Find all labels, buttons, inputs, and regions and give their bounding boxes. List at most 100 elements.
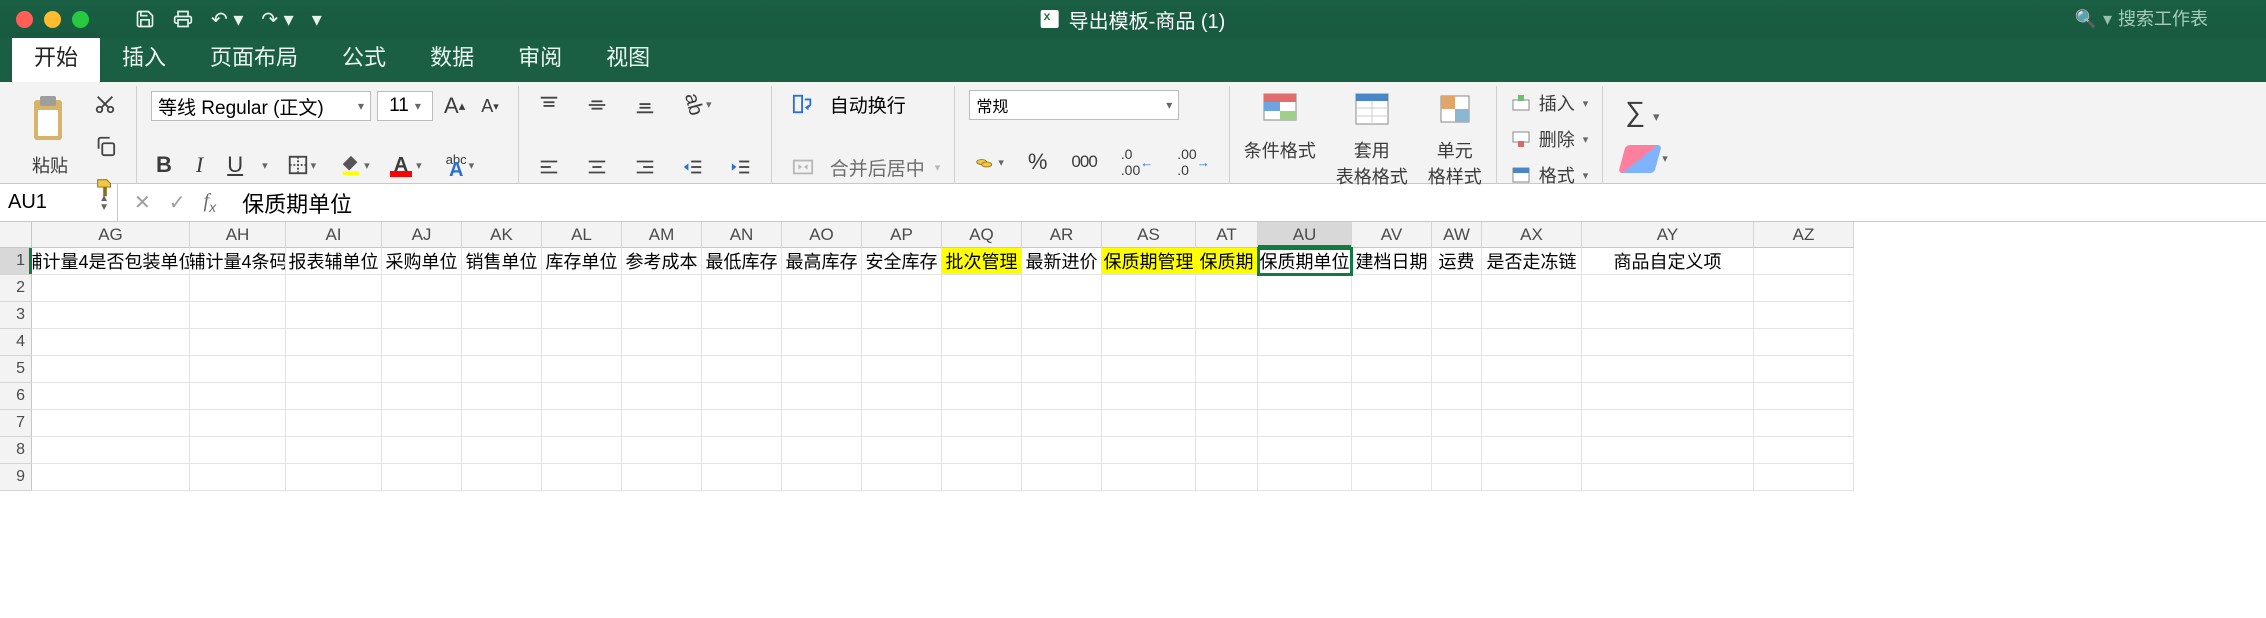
cell-AR4[interactable] xyxy=(1022,329,1102,356)
cell-AV4[interactable] xyxy=(1352,329,1432,356)
tab-审阅[interactable]: 审阅 xyxy=(496,32,584,82)
cell-AG7[interactable] xyxy=(32,410,190,437)
cell-AR6[interactable] xyxy=(1022,383,1102,410)
cell-AZ2[interactable] xyxy=(1754,275,1854,302)
cell-AR1[interactable]: 最新进价 xyxy=(1022,248,1102,275)
column-header-AO[interactable]: AO xyxy=(782,222,862,248)
cell-AQ7[interactable] xyxy=(942,410,1022,437)
cell-AT4[interactable] xyxy=(1196,329,1258,356)
cell-AP9[interactable] xyxy=(862,464,942,491)
tab-数据[interactable]: 数据 xyxy=(408,32,496,82)
cell-AM6[interactable] xyxy=(622,383,702,410)
cell-AZ5[interactable] xyxy=(1754,356,1854,383)
cell-AU2[interactable] xyxy=(1258,275,1352,302)
cell-AT3[interactable] xyxy=(1196,302,1258,329)
cell-AZ3[interactable] xyxy=(1754,302,1854,329)
tab-视图[interactable]: 视图 xyxy=(584,32,672,82)
cell-AT6[interactable] xyxy=(1196,383,1258,410)
cell-AG8[interactable] xyxy=(32,437,190,464)
formula-input[interactable] xyxy=(232,190,2266,216)
close-window-button[interactable] xyxy=(16,11,33,28)
italic-button[interactable]: I xyxy=(191,149,208,181)
search-input[interactable] xyxy=(2118,9,2258,30)
cell-AO1[interactable]: 最高库存 xyxy=(782,248,862,275)
cell-AO2[interactable] xyxy=(782,275,862,302)
cell-AT2[interactable] xyxy=(1196,275,1258,302)
cell-AH3[interactable] xyxy=(190,302,286,329)
cell-AK5[interactable] xyxy=(462,356,542,383)
column-header-AY[interactable]: AY xyxy=(1582,222,1754,248)
number-format-dropdown[interactable]: 常规▾ xyxy=(969,90,1179,120)
cell-AX8[interactable] xyxy=(1482,437,1582,464)
borders-button[interactable]: ▾ xyxy=(282,151,322,179)
cell-AM4[interactable] xyxy=(622,329,702,356)
cell-AW4[interactable] xyxy=(1432,329,1482,356)
cell-AY3[interactable] xyxy=(1582,302,1754,329)
cell-AM7[interactable] xyxy=(622,410,702,437)
redo-icon[interactable]: ↷ ▾ xyxy=(261,7,293,32)
cell-AN7[interactable] xyxy=(702,410,782,437)
cell-AK9[interactable] xyxy=(462,464,542,491)
cell-AX1[interactable]: 是否走冻链 xyxy=(1482,248,1582,275)
cell-AP7[interactable] xyxy=(862,410,942,437)
cell-AO8[interactable] xyxy=(782,437,862,464)
tab-开始[interactable]: 开始 xyxy=(12,32,100,82)
cell-AI8[interactable] xyxy=(286,437,382,464)
cell-AZ9[interactable] xyxy=(1754,464,1854,491)
zoom-window-button[interactable] xyxy=(72,11,89,28)
cell-AJ3[interactable] xyxy=(382,302,462,329)
cut-button[interactable] xyxy=(88,90,122,118)
clear-button[interactable]: ▾ xyxy=(1617,142,1673,176)
cell-AS7[interactable] xyxy=(1102,410,1196,437)
cell-AK4[interactable] xyxy=(462,329,542,356)
cell-AL4[interactable] xyxy=(542,329,622,356)
column-header-AP[interactable]: AP xyxy=(862,222,942,248)
align-left-button[interactable] xyxy=(533,153,565,181)
cell-AS2[interactable] xyxy=(1102,275,1196,302)
column-header-AS[interactable]: AS xyxy=(1102,222,1196,248)
cell-AX9[interactable] xyxy=(1482,464,1582,491)
cell-AO4[interactable] xyxy=(782,329,862,356)
cell-AM2[interactable] xyxy=(622,275,702,302)
align-bottom-button[interactable] xyxy=(629,91,661,119)
cell-AK6[interactable] xyxy=(462,383,542,410)
cell-AK8[interactable] xyxy=(462,437,542,464)
row-header-4[interactable]: 4 xyxy=(0,329,32,356)
cell-AH8[interactable] xyxy=(190,437,286,464)
cell-AL1[interactable]: 库存单位 xyxy=(542,248,622,275)
row-header-9[interactable]: 9 xyxy=(0,464,32,491)
fx-icon[interactable]: fx xyxy=(204,190,217,215)
cell-AY4[interactable] xyxy=(1582,329,1754,356)
insert-cells-button[interactable]: 插入▾ xyxy=(1511,90,1589,116)
cell-AM1[interactable]: 参考成本 xyxy=(622,248,702,275)
cell-AV5[interactable] xyxy=(1352,356,1432,383)
cell-AJ5[interactable] xyxy=(382,356,462,383)
cell-AN9[interactable] xyxy=(702,464,782,491)
currency-button[interactable]: ▾ xyxy=(969,149,1009,175)
cell-AX3[interactable] xyxy=(1482,302,1582,329)
align-center-button[interactable] xyxy=(581,153,613,181)
cell-AS4[interactable] xyxy=(1102,329,1196,356)
decrease-font-button[interactable]: A▾ xyxy=(476,93,504,120)
row-header-5[interactable]: 5 xyxy=(0,356,32,383)
row-header-8[interactable]: 8 xyxy=(0,437,32,464)
cell-AI6[interactable] xyxy=(286,383,382,410)
save-icon[interactable] xyxy=(135,9,155,29)
column-header-AJ[interactable]: AJ xyxy=(382,222,462,248)
autosum-button[interactable]: ∑ ▾ xyxy=(1617,96,1673,128)
cell-AZ4[interactable] xyxy=(1754,329,1854,356)
cell-AZ1[interactable] xyxy=(1754,248,1854,275)
cell-AJ8[interactable] xyxy=(382,437,462,464)
cell-AL3[interactable] xyxy=(542,302,622,329)
name-box-stepper[interactable]: ▲▼ xyxy=(99,194,109,212)
name-box[interactable]: AU1 ▲▼ xyxy=(0,184,118,221)
cell-AN6[interactable] xyxy=(702,383,782,410)
select-all-corner[interactable] xyxy=(0,222,32,248)
merge-center-button[interactable] xyxy=(786,153,820,181)
increase-indent-button[interactable] xyxy=(725,153,757,181)
row-header-2[interactable]: 2 xyxy=(0,275,32,302)
cell-AX5[interactable] xyxy=(1482,356,1582,383)
cell-AI4[interactable] xyxy=(286,329,382,356)
cell-AW5[interactable] xyxy=(1432,356,1482,383)
cell-AP3[interactable] xyxy=(862,302,942,329)
